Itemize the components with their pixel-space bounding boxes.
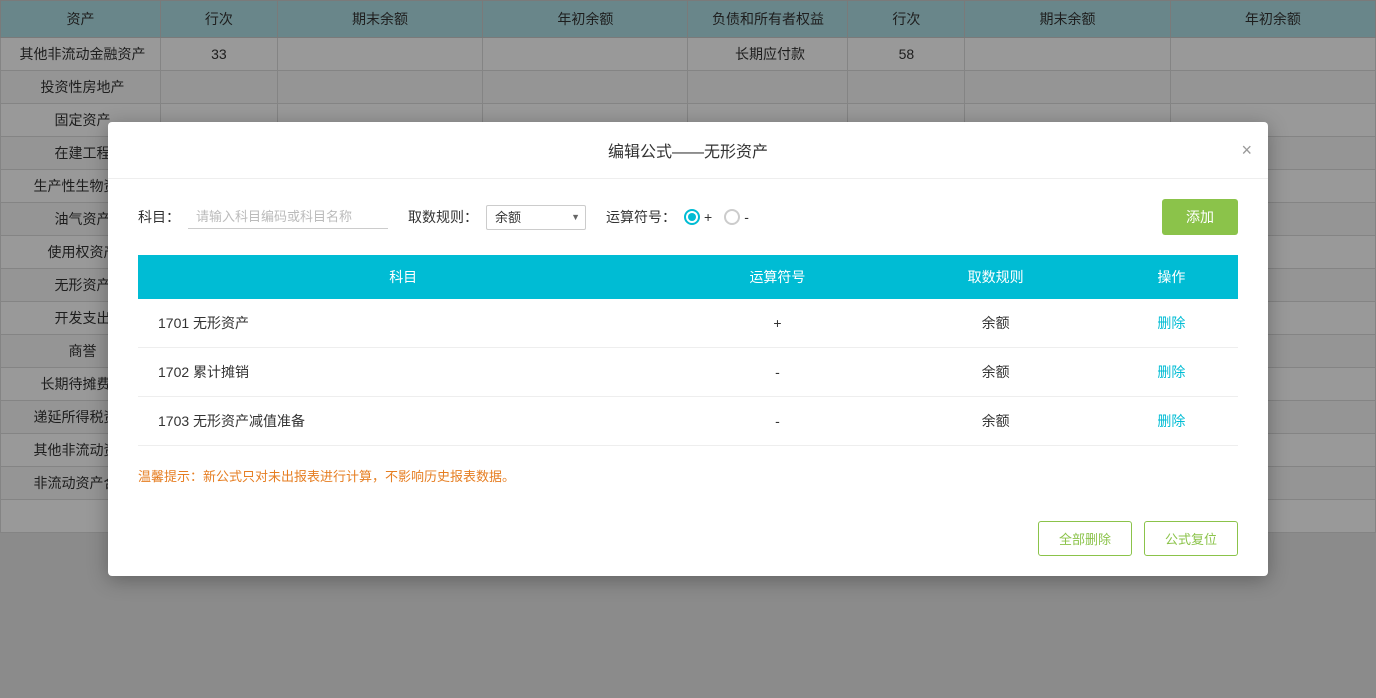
add-button[interactable]: 添加 bbox=[1162, 199, 1238, 235]
delete-all-button[interactable]: 全部删除 bbox=[1038, 521, 1132, 556]
formula-operator: - bbox=[668, 397, 886, 446]
operator-label: 运算符号： bbox=[606, 207, 676, 227]
formula-rule: 余额 bbox=[887, 348, 1105, 397]
operator-group: 运算符号： + - bbox=[606, 207, 749, 227]
form-row: 科目： 取数规则： 余额 借方发生额 贷方发生额 运算符号： bbox=[138, 199, 1238, 235]
formula-operator: - bbox=[668, 348, 886, 397]
radio-group: + - bbox=[684, 209, 749, 225]
warning-text: 温馨提示：新公式只对未出报表进行计算，不影响历史报表数据。 bbox=[138, 466, 1238, 485]
table-header-row: 科目 运算符号 取数规则 操作 bbox=[138, 255, 1238, 299]
radio-plus-label: + bbox=[704, 209, 712, 225]
formula-action: 删除 bbox=[1105, 397, 1238, 446]
formula-row: 1702 累计摊销-余额 删除 bbox=[138, 348, 1238, 397]
rule-select[interactable]: 余额 借方发生额 贷方发生额 bbox=[486, 205, 586, 230]
radio-minus-label: - bbox=[744, 209, 749, 225]
formula-subject: 1701 无形资产 bbox=[138, 299, 668, 348]
th-action: 操作 bbox=[1105, 255, 1238, 299]
subject-label: 科目： bbox=[138, 207, 180, 227]
rule-label: 取数规则： bbox=[408, 207, 478, 227]
radio-minus-circle bbox=[724, 209, 740, 225]
delete-row-button[interactable]: 删除 bbox=[1157, 362, 1185, 382]
formula-table: 科目 运算符号 取数规则 操作 1701 无形资产+余额删除1702 累计摊销-… bbox=[138, 255, 1238, 446]
formula-subject: 1702 累计摊销 bbox=[138, 348, 668, 397]
modal-header: 编辑公式——无形资产 × bbox=[108, 122, 1268, 179]
formula-action: 删除 bbox=[1105, 348, 1238, 397]
modal-close-button[interactable]: × bbox=[1241, 141, 1252, 159]
th-rule: 取数规则 bbox=[887, 255, 1105, 299]
delete-row-button[interactable]: 删除 bbox=[1157, 313, 1185, 333]
radio-minus[interactable]: - bbox=[724, 209, 749, 225]
edit-formula-modal: 编辑公式——无形资产 × 科目： 取数规则： 余额 借方发生额 贷方发生额 bbox=[108, 122, 1268, 576]
modal-footer: 全部删除 公式复位 bbox=[108, 505, 1268, 576]
formula-row: 1703 无形资产减值准备-余额 删除 bbox=[138, 397, 1238, 446]
formula-subject: 1703 无形资产减值准备 bbox=[138, 397, 668, 446]
formula-action: 删除 bbox=[1105, 299, 1238, 348]
formula-operator: + bbox=[668, 299, 886, 348]
radio-plus-circle bbox=[684, 209, 700, 225]
delete-row-button[interactable]: 删除 bbox=[1157, 411, 1185, 431]
reset-button[interactable]: 公式复位 bbox=[1144, 521, 1238, 556]
modal-title: 编辑公式——无形资产 bbox=[608, 138, 768, 162]
th-subject: 科目 bbox=[138, 255, 668, 299]
radio-plus[interactable]: + bbox=[684, 209, 712, 225]
rule-group: 取数规则： 余额 借方发生额 贷方发生额 bbox=[408, 205, 586, 230]
modal-body: 科目： 取数规则： 余额 借方发生额 贷方发生额 运算符号： bbox=[108, 179, 1268, 505]
rule-select-wrap: 余额 借方发生额 贷方发生额 bbox=[486, 205, 586, 230]
formula-rule: 余额 bbox=[887, 397, 1105, 446]
subject-group: 科目： bbox=[138, 205, 388, 229]
formula-rule: 余额 bbox=[887, 299, 1105, 348]
subject-input[interactable] bbox=[188, 205, 388, 229]
formula-row: 1701 无形资产+余额 删除 bbox=[138, 299, 1238, 348]
th-operator: 运算符号 bbox=[668, 255, 886, 299]
